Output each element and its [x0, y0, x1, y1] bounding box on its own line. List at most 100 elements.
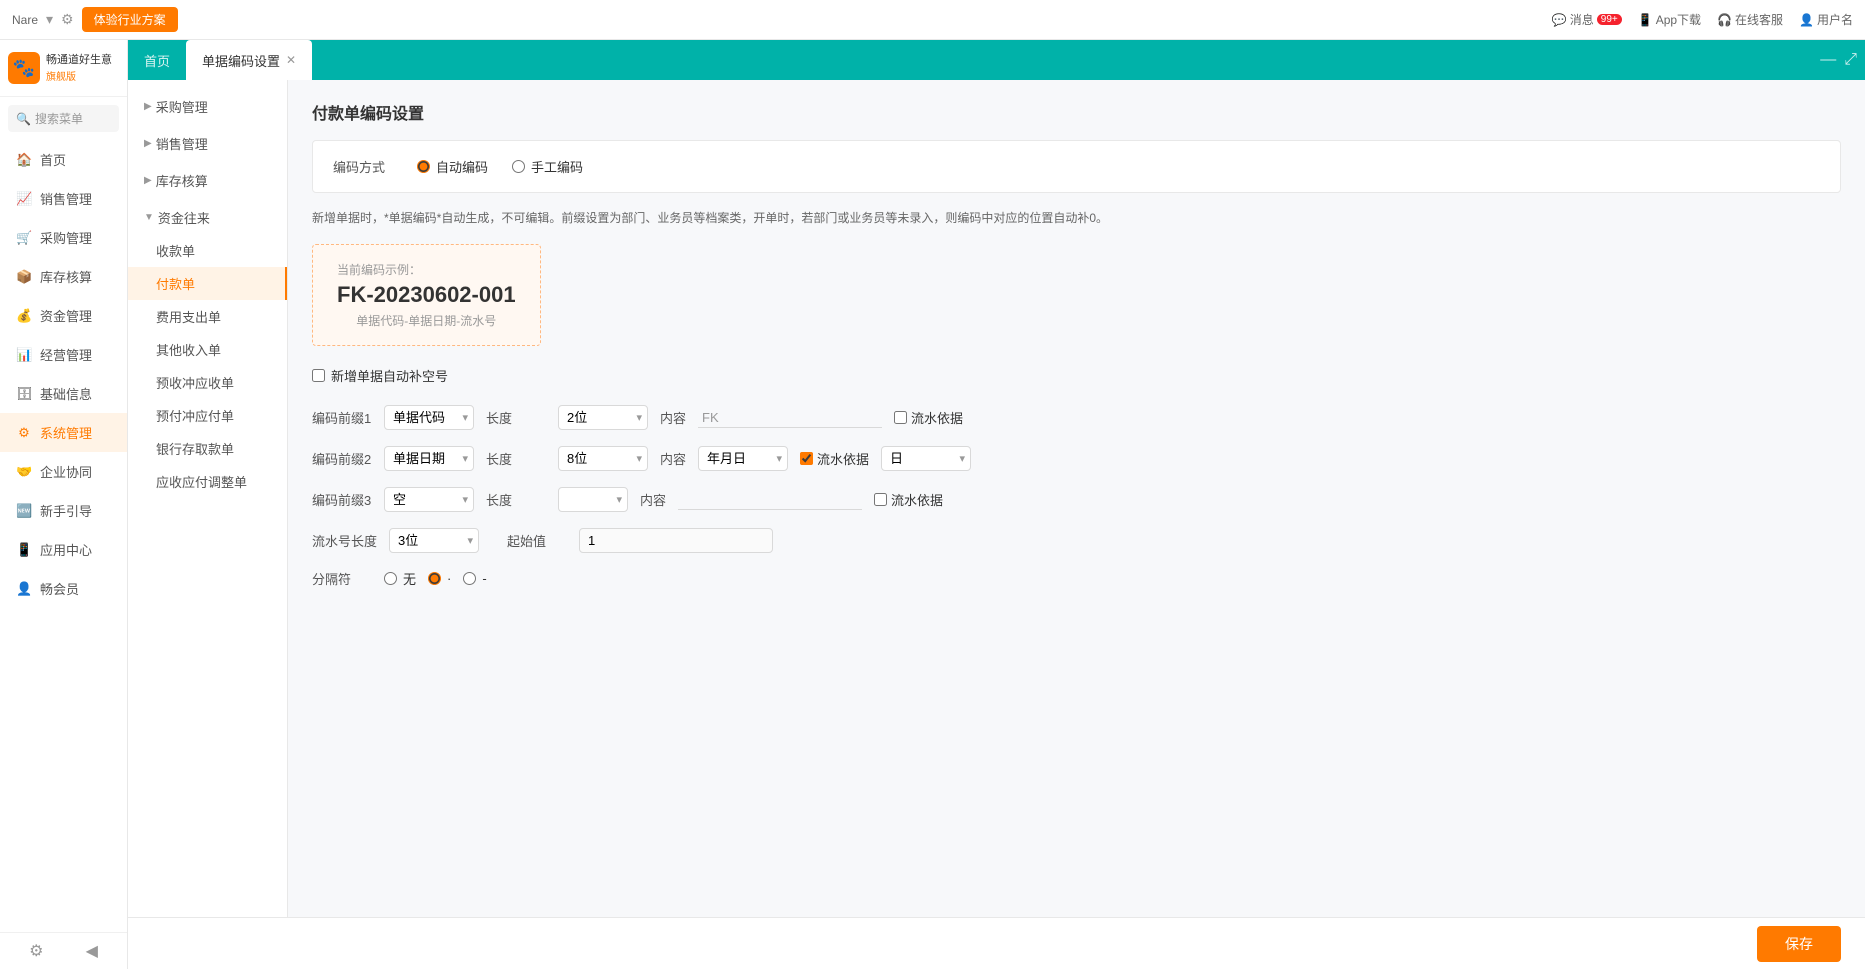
app-download-item[interactable]: 📱 App下载: [1638, 11, 1701, 28]
sep-dash-radio[interactable]: [463, 572, 476, 585]
search-button[interactable]: 🔍 搜索菜单: [8, 105, 119, 132]
prefix2-select[interactable]: 单据日期 年月 年 空: [384, 446, 474, 471]
experience-button[interactable]: 体验行业方案: [82, 7, 178, 32]
prefix2-period-select-wrap[interactable]: 日 月 年: [881, 446, 971, 471]
subnav-group-sales: ▶ 销售管理: [128, 125, 287, 162]
subnav-title-purchase[interactable]: ▶ 采购管理: [128, 90, 287, 123]
prefix1-length-select[interactable]: 2位: [558, 405, 648, 430]
sidebar-item-purchase[interactable]: 🛒 采购管理: [0, 218, 127, 257]
subnav-title-inventory[interactable]: ▶ 库存核算: [128, 164, 287, 197]
auto-code-radio-label[interactable]: 自动编码: [417, 157, 488, 176]
prefix2-content-select[interactable]: 年月日 年月 年: [698, 446, 788, 471]
prefix2-stream-label[interactable]: 流水依据: [800, 449, 869, 468]
subnav-label-sales: 销售管理: [156, 134, 208, 153]
main-wrapper: 首页 单据编码设置 ✕ — ⤢ ▶ 采购管理 ▶ 销售管理: [128, 40, 1865, 969]
prefix1-stream-label[interactable]: 流水依据: [894, 408, 963, 427]
prefix3-length-select[interactable]: [558, 487, 628, 512]
manual-code-radio-label[interactable]: 手工编码: [512, 157, 583, 176]
sidebar-item-base[interactable]: 🗄 基础信息: [0, 374, 127, 413]
serial-length-select[interactable]: 3位 4位 5位 6位: [389, 528, 479, 553]
prefix3-stream-label[interactable]: 流水依据: [874, 490, 943, 509]
subnav-title-sales[interactable]: ▶ 销售管理: [128, 127, 287, 160]
message-item[interactable]: 💬 消息 99+: [1552, 11, 1622, 28]
subnav-item-ap-adjust[interactable]: 应收应付调整单: [128, 465, 287, 498]
tab-home[interactable]: 首页: [128, 40, 186, 80]
serial-length-select-wrap[interactable]: 3位 4位 5位 6位: [389, 528, 479, 553]
subnav-item-receipt[interactable]: 收款单: [128, 234, 287, 267]
prefix1-length-select-wrap[interactable]: 2位: [558, 405, 648, 430]
tab-minimize-icon[interactable]: —: [1820, 51, 1836, 69]
sep-dot-radio[interactable]: [428, 572, 441, 585]
subnav-item-prepay-receivable[interactable]: 预收冲应收单: [128, 366, 287, 399]
tab-coding[interactable]: 单据编码设置 ✕: [186, 40, 312, 80]
prefix2-length-label: 长度: [486, 449, 546, 468]
auto-code-radio[interactable]: [417, 160, 430, 173]
sidebar-item-finance[interactable]: 💰 资金管理: [0, 296, 127, 335]
prefix1-select[interactable]: 单据代码 部门 业务员 空: [384, 405, 474, 430]
prefix2-content-label: 内容: [660, 449, 686, 468]
sidebar-item-label: 系统管理: [40, 423, 92, 442]
prefix2-select-wrap[interactable]: 单据日期 年月 年 空: [384, 446, 474, 471]
sep-dot-label[interactable]: ·: [428, 571, 451, 586]
sidebar-item-operations[interactable]: 📊 经营管理: [0, 335, 127, 374]
subnav-item-payment[interactable]: 付款单: [128, 267, 287, 300]
sidebar-item-guide[interactable]: 🆕 新手引导: [0, 491, 127, 530]
prefix2-content-select-wrap[interactable]: 年月日 年月 年: [698, 446, 788, 471]
sidebar-item-enterprise[interactable]: 🤝 企业协同: [0, 452, 127, 491]
operations-icon: 📊: [16, 347, 32, 363]
inventory-icon: 📦: [16, 269, 32, 285]
sidebar-item-sales[interactable]: 📈 销售管理: [0, 179, 127, 218]
dropdown-icon[interactable]: ▾: [46, 11, 53, 28]
appcenter-icon: 📱: [16, 542, 32, 558]
prefix1-stream-checkbox[interactable]: [894, 411, 907, 424]
prefix2-period-select[interactable]: 日 月 年: [881, 446, 971, 471]
sidebar-settings-btn[interactable]: ⚙: [29, 941, 43, 961]
prefix2-length-select[interactable]: 8位: [558, 446, 648, 471]
prefix2-stream-checkbox[interactable]: [800, 452, 813, 465]
prefix3-select-wrap[interactable]: 空 单据代码 部门 业务员: [384, 487, 474, 512]
sidebar-item-member[interactable]: 👤 畅会员: [0, 569, 127, 608]
sidebar-item-home[interactable]: 🏠 首页: [0, 140, 127, 179]
prefix3-length-select-wrap[interactable]: [558, 487, 628, 512]
save-button[interactable]: 保存: [1757, 926, 1841, 962]
prefix1-select-wrap[interactable]: 单据代码 部门 业务员 空: [384, 405, 474, 430]
prefix2-length-select-wrap[interactable]: 8位: [558, 446, 648, 471]
prefix3-select[interactable]: 空 单据代码 部门 业务员: [384, 487, 474, 512]
sidebar-item-label: 销售管理: [40, 189, 92, 208]
tab-close-icon[interactable]: ✕: [286, 53, 296, 67]
subnav-item-expense[interactable]: 费用支出单: [128, 300, 287, 333]
auto-fill-checkbox[interactable]: [312, 369, 325, 382]
subnav-item-bank-deposit[interactable]: 银行存取款单: [128, 432, 287, 465]
subnav-item-other-income[interactable]: 其他收入单: [128, 333, 287, 366]
topbar: Nare ▾ ⚙ 体验行业方案 💬 消息 99+ 📱 App下载 🎧 在线客服 …: [0, 0, 1865, 40]
settings-icon[interactable]: ⚙: [61, 11, 74, 28]
prefix3-stream-checkbox[interactable]: [874, 493, 887, 506]
sep-none-label[interactable]: 无: [384, 569, 416, 588]
guide-icon: 🆕: [16, 503, 32, 519]
subnav-item-prepay-payable[interactable]: 预付冲应付单: [128, 399, 287, 432]
sidebar-item-inventory[interactable]: 📦 库存核算: [0, 257, 127, 296]
sep-none-radio[interactable]: [384, 572, 397, 585]
sidebar-item-appcenter[interactable]: 📱 应用中心: [0, 530, 127, 569]
sidebar-item-system[interactable]: ⚙ 系统管理: [0, 413, 127, 452]
start-value-input[interactable]: [579, 528, 773, 553]
manual-code-radio[interactable]: [512, 160, 525, 173]
auto-code-label: 自动编码: [436, 157, 488, 176]
system-icon: ⚙: [16, 425, 32, 441]
subnav-title-capital[interactable]: ▼ 资金往来: [128, 201, 287, 234]
prefix2-row: 编码前缀2 单据日期 年月 年 空 长度 8位 内容: [312, 446, 1841, 471]
service-item[interactable]: 🎧 在线客服: [1717, 11, 1783, 28]
sep-dot-text: ·: [447, 571, 451, 586]
tab-maximize-icon[interactable]: ⤢: [1844, 51, 1857, 69]
tab-bar-actions: — ⤢: [1820, 51, 1865, 69]
prefix1-length-label: 长度: [486, 408, 546, 427]
sidebar-nav: 🏠 首页 📈 销售管理 🛒 采购管理 📦 库存核算 💰 资金管理 📊 经营管理 …: [0, 140, 127, 932]
page-title: 付款单编码设置: [312, 100, 1841, 124]
sidebar-collapse-btn[interactable]: ◀: [86, 941, 98, 961]
user-item[interactable]: 👤 用户名: [1799, 11, 1853, 28]
sidebar-search-area[interactable]: 🔍 搜索菜单: [0, 97, 127, 140]
prefix2-label: 编码前缀2: [312, 449, 372, 468]
sep-dash-label[interactable]: -: [463, 571, 486, 586]
separator-row: 分隔符 无 · -: [312, 569, 1841, 588]
finance-icon: 💰: [16, 308, 32, 324]
